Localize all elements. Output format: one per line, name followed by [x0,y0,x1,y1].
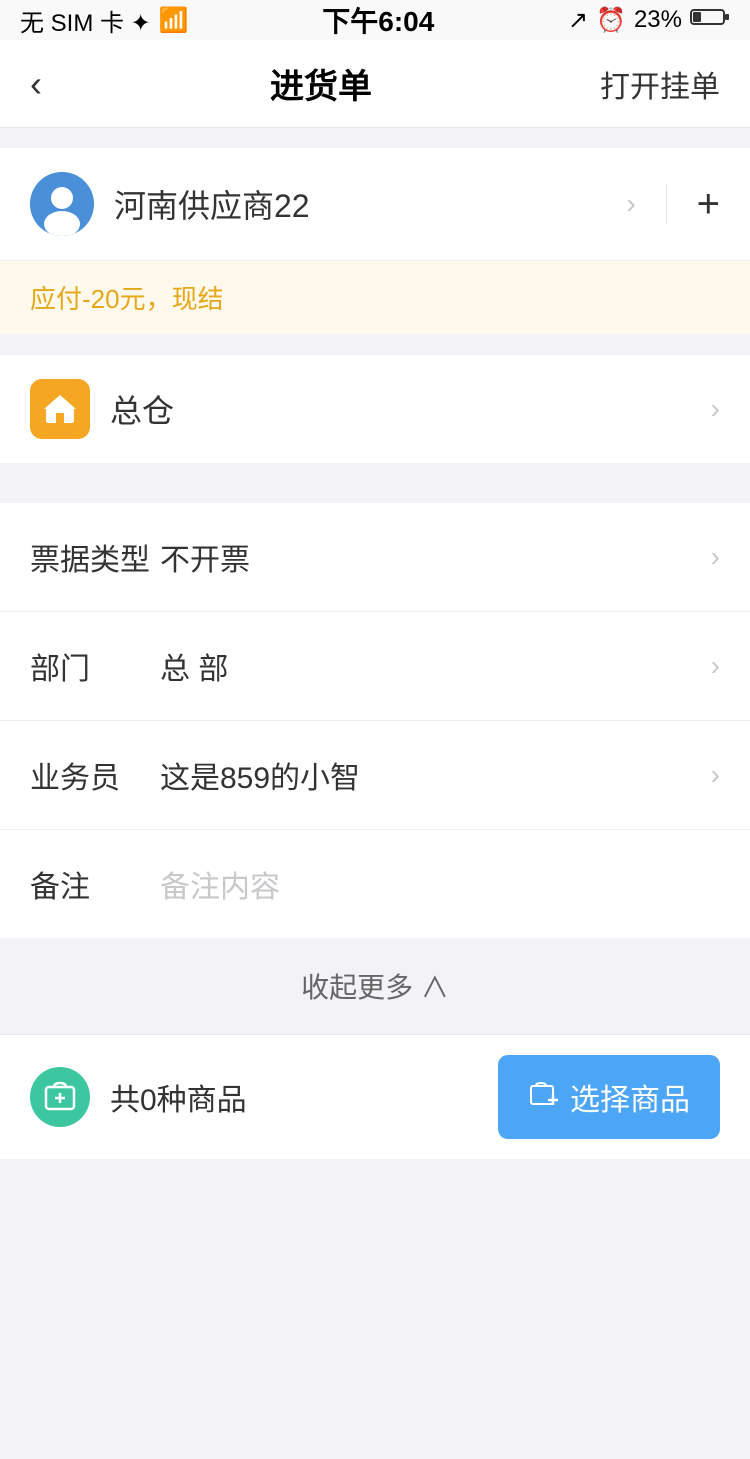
remark-row[interactable]: 备注 备注内容 [0,830,750,938]
staff-row[interactable]: 业务员 这是859的小智 › [0,721,750,830]
battery-icon [690,6,730,34]
supplier-name: 河南供应商22 [114,181,626,227]
avatar [30,172,94,236]
location-icon: ↗ [568,6,588,35]
add-supplier-button[interactable]: + [697,182,720,227]
wifi-icon: 📶 [159,6,189,35]
supplier-section: 河南供应商22 › + 应付-20元，现结 [0,148,750,335]
invoice-row[interactable]: 票据类型 不开票 › [0,503,750,612]
alarm-icon: ⏰ [596,6,626,35]
dept-value: 总 部 [160,644,701,688]
open-pending-button[interactable]: 打开挂单 [600,62,720,106]
notice-text: 应付-20元，现结 [30,284,224,314]
back-button[interactable]: ‹ [30,63,42,105]
notice-bar: 应付-20元，现结 [0,261,750,335]
supplier-row[interactable]: 河南供应商22 › + [0,148,750,261]
status-time: 下午6:04 [322,0,434,40]
status-right: ↗ ⏰ 23% [568,6,730,35]
collapse-text: 收起更多 ∧ [301,966,449,1006]
staff-value: 这是859的小智 [160,753,701,797]
top-divider [0,128,750,148]
remark-input[interactable]: 备注内容 [160,862,720,906]
battery-label: 23% [634,6,682,34]
warehouse-label: 总仓 [110,386,711,432]
dept-chevron-icon: › [711,650,720,682]
form-section: 票据类型 不开票 › 部门 总 部 › 业务员 这是859的小智 › 备注 备注… [0,503,750,938]
product-count: 共0种商品 [110,1075,498,1119]
select-product-button[interactable]: 选择商品 [498,1055,720,1139]
page-title: 进货单 [270,59,372,108]
supplier-right-actions: › + [626,182,720,227]
staff-chevron-icon: › [711,759,720,791]
warehouse-icon [30,379,90,439]
status-bar: 无 SIM 卡 ✦ 📶 下午6:04 ↗ ⏰ 23% [0,0,750,40]
mid-divider [0,335,750,355]
dept-label: 部门 [30,644,160,688]
invoice-chevron-icon: › [711,541,720,573]
collapse-row[interactable]: 收起更多 ∧ [0,938,750,1034]
select-product-label: 选择商品 [570,1075,690,1119]
invoice-value: 不开票 [160,535,701,579]
staff-label: 业务员 [30,753,160,797]
bottom-bar: 共0种商品 选择商品 [0,1034,750,1159]
product-icon [30,1067,90,1127]
remark-label: 备注 [30,862,160,906]
warehouse-chevron-icon: › [711,393,720,425]
supplier-chevron-icon: › [626,188,635,220]
status-left: 无 SIM 卡 ✦ 📶 [20,3,189,38]
nav-bar: ‹ 进货单 打开挂单 [0,40,750,128]
gray-fill-area [0,1159,750,1459]
warehouse-section: 总仓 › [0,355,750,463]
dept-row[interactable]: 部门 总 部 › [0,612,750,721]
supplier-divider [666,184,667,224]
sim-label: 无 SIM 卡 ✦ [20,3,151,38]
form-divider [0,463,750,483]
warehouse-row[interactable]: 总仓 › [0,355,750,463]
invoice-label: 票据类型 [30,535,160,579]
